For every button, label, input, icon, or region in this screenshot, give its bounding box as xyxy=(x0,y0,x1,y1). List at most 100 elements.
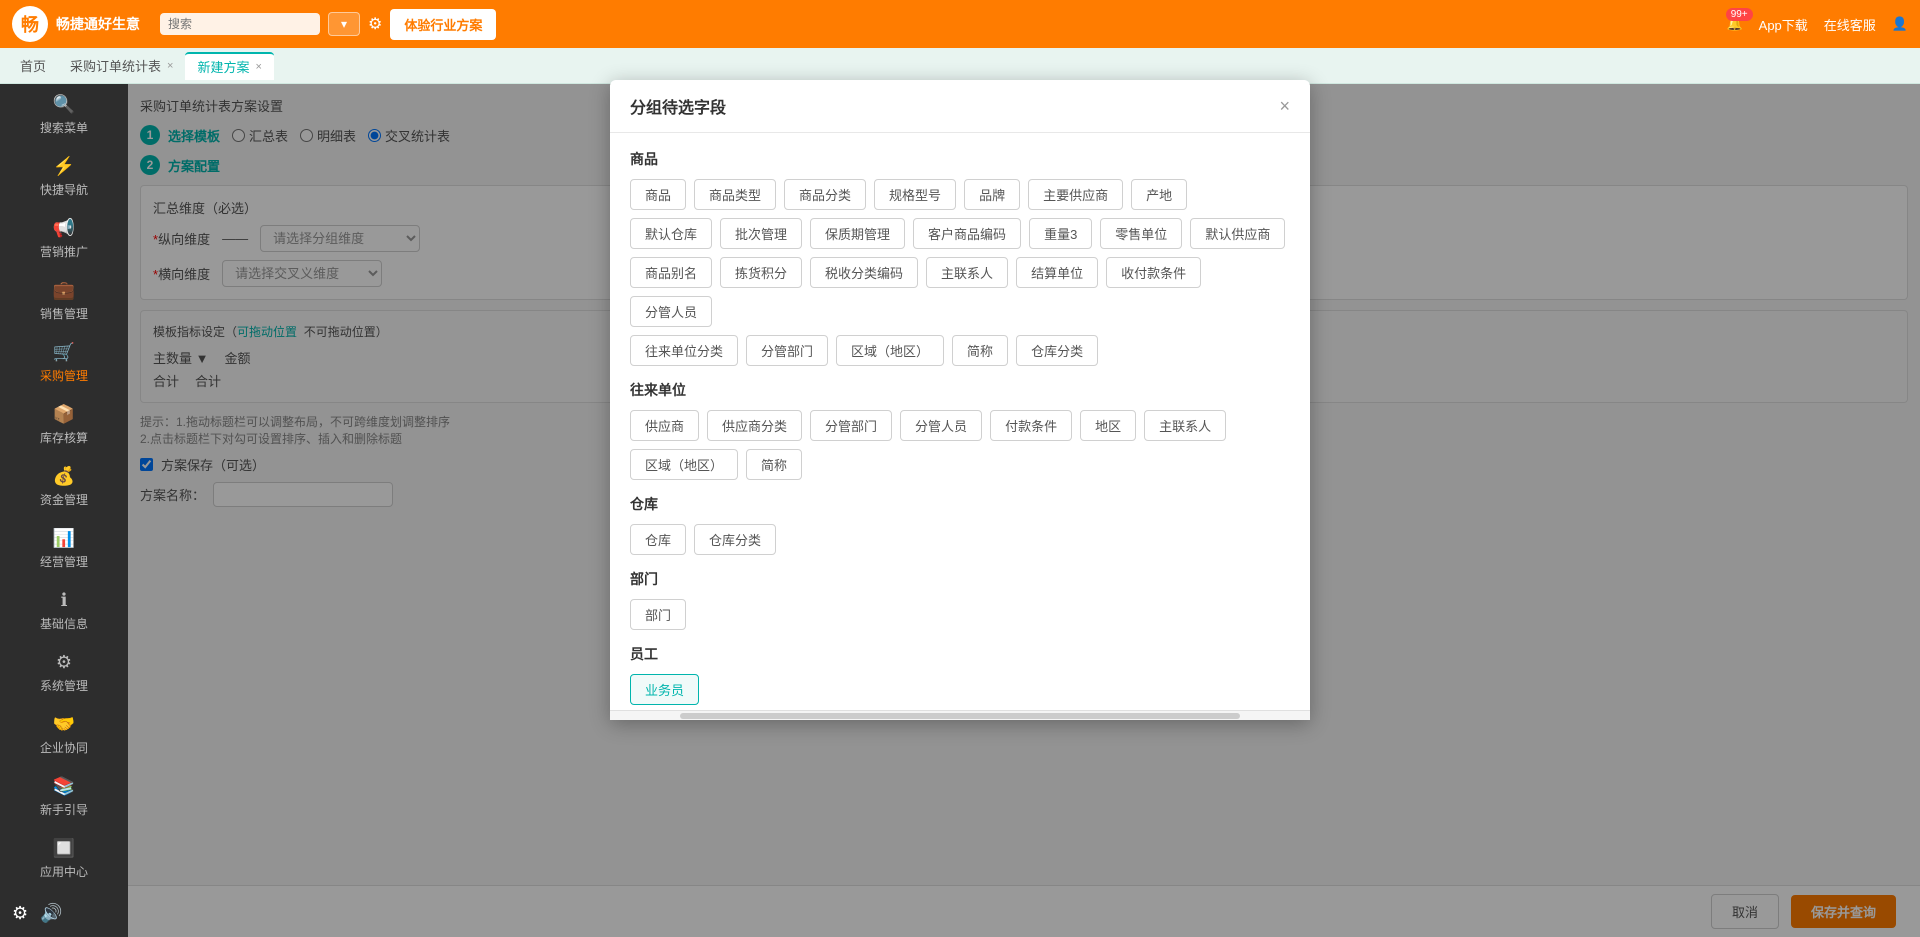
group-title-employee: 员工 xyxy=(630,644,1290,664)
collab-icon: 🤝 xyxy=(53,714,75,735)
field-tag[interactable]: 商品 xyxy=(630,179,686,210)
field-tag[interactable]: 保质期管理 xyxy=(810,218,905,249)
modal-body: 商品 商品 商品类型 商品分类 规格型号 品牌 主要供应商 产地 默认仓库 批次… xyxy=(610,133,1310,710)
field-tag[interactable]: 分管人员 xyxy=(900,410,982,441)
field-tag[interactable]: 批次管理 xyxy=(720,218,802,249)
field-tag[interactable]: 供应商 xyxy=(630,410,699,441)
sidebar-item-sales-label: 销售管理 xyxy=(40,305,88,322)
field-tag[interactable]: 收付款条件 xyxy=(1106,257,1201,288)
group-title-department: 部门 xyxy=(630,569,1290,589)
field-tag[interactable]: 供应商分类 xyxy=(707,410,802,441)
product-field-tags: 商品 商品类型 商品分类 规格型号 品牌 主要供应商 产地 xyxy=(630,179,1290,210)
header-right: 🔔 99+ App下载 在线客服 👤 xyxy=(1726,15,1908,34)
tab-new-plan-close[interactable]: × xyxy=(255,61,261,73)
user-avatar[interactable]: 👤 xyxy=(1892,16,1908,32)
gear-icon[interactable]: ⚙ xyxy=(368,14,382,34)
trial-button[interactable]: 体验行业方案 xyxy=(390,9,496,40)
sidebar-item-purchase-label: 采购管理 xyxy=(40,367,88,384)
field-tag[interactable]: 分管人员 xyxy=(630,296,712,327)
field-tag[interactable]: 默认供应商 xyxy=(1190,218,1285,249)
sidebar-item-quicknav[interactable]: ⚡ 快捷导航 xyxy=(0,146,128,208)
modal-close-button[interactable]: × xyxy=(1279,97,1290,115)
sidebar-item-quicknav-label: 快捷导航 xyxy=(40,181,88,198)
notification-badge: 99+ xyxy=(1726,8,1753,21)
sidebar-item-guide[interactable]: 📚 新手引导 xyxy=(0,766,128,828)
field-tag[interactable]: 拣货积分 xyxy=(720,257,802,288)
field-tag[interactable]: 仓库分类 xyxy=(694,524,776,555)
field-tag[interactable]: 主联系人 xyxy=(1144,410,1226,441)
field-tag[interactable]: 往来单位分类 xyxy=(630,335,738,366)
sidebar-item-system[interactable]: ⚙ 系统管理 xyxy=(0,642,128,704)
field-tag[interactable]: 简称 xyxy=(952,335,1008,366)
modal-scrollbar-h xyxy=(610,710,1310,720)
sidebar-item-collab[interactable]: 🤝 企业协同 xyxy=(0,704,128,766)
sidebar-item-purchase[interactable]: 🛒 采购管理 xyxy=(0,332,128,394)
modal-title: 分组待选字段 xyxy=(630,94,726,118)
field-tag[interactable]: 商品类型 xyxy=(694,179,776,210)
sidebar-item-basics-label: 基础信息 xyxy=(40,615,88,632)
sidebar-item-inventory-label: 库存核算 xyxy=(40,429,88,446)
tab-new-plan[interactable]: 新建方案 × xyxy=(185,52,273,80)
sidebar-item-system-label: 系统管理 xyxy=(40,677,88,694)
tab-home[interactable]: 首页 xyxy=(8,52,58,80)
tab-bar: 首页 采购订单统计表 × 新建方案 × xyxy=(0,48,1920,84)
settings-bottom-icon[interactable]: ⚙ xyxy=(12,903,28,924)
system-icon: ⚙ xyxy=(56,652,72,673)
sidebar-item-sales[interactable]: 💼 销售管理 xyxy=(0,270,128,332)
field-tag[interactable]: 结算单位 xyxy=(1016,257,1098,288)
logo-area: 畅 畅捷通好生意 xyxy=(12,6,140,42)
sidebar-item-basics[interactable]: ℹ 基础信息 xyxy=(0,580,128,642)
field-tag[interactable]: 分管部门 xyxy=(746,335,828,366)
partner-field-tags: 供应商 供应商分类 分管部门 分管人员 付款条件 地区 主联系人 xyxy=(630,410,1290,441)
field-tag[interactable]: 分管部门 xyxy=(810,410,892,441)
field-tag[interactable]: 品牌 xyxy=(964,179,1020,210)
field-tag[interactable]: 付款条件 xyxy=(990,410,1072,441)
field-tag[interactable]: 默认仓库 xyxy=(630,218,712,249)
tab-new-plan-label: 新建方案 xyxy=(197,57,249,76)
notification-bell[interactable]: 🔔 99+ xyxy=(1726,16,1742,32)
tab-purchase-stats[interactable]: 采购订单统计表 × xyxy=(58,52,185,80)
logo-text: 畅捷通好生意 xyxy=(56,14,140,34)
field-tag[interactable]: 商品别名 xyxy=(630,257,712,288)
header-center: ▾ ⚙ 体验行业方案 xyxy=(160,9,1706,40)
product-field-tags3: 商品别名 拣货积分 税收分类编码 主联系人 结算单位 收付款条件 分管人员 xyxy=(630,257,1290,327)
volume-icon[interactable]: 🔊 xyxy=(40,903,62,924)
sidebar-item-search[interactable]: 🔍 搜索菜单 xyxy=(0,84,128,146)
online-service[interactable]: 在线客服 xyxy=(1824,15,1876,34)
sidebar-item-search-label: 搜索菜单 xyxy=(40,119,88,136)
field-tag[interactable]: 税收分类编码 xyxy=(810,257,918,288)
appstore-icon: 🔲 xyxy=(53,838,75,859)
sidebar-item-operations[interactable]: 📊 经营管理 xyxy=(0,518,128,580)
employee-field-tags: 业务员 xyxy=(630,674,1290,705)
tab-home-label: 首页 xyxy=(20,56,46,75)
field-tag[interactable]: 地区 xyxy=(1080,410,1136,441)
field-tag[interactable]: 重量3 xyxy=(1029,218,1092,249)
sidebar-item-operations-label: 经营管理 xyxy=(40,553,88,570)
operations-icon: 📊 xyxy=(53,528,75,549)
field-tag[interactable]: 产地 xyxy=(1131,179,1187,210)
field-tag[interactable]: 主联系人 xyxy=(926,257,1008,288)
sidebar-item-inventory[interactable]: 📦 库存核算 xyxy=(0,394,128,456)
header-dropdown[interactable]: ▾ xyxy=(328,12,360,36)
app-download[interactable]: App下载 xyxy=(1759,15,1808,34)
sidebar-bottom-bar: ⚙ 🔊 xyxy=(0,889,128,937)
field-tag[interactable]: 规格型号 xyxy=(874,179,956,210)
basics-icon: ℹ xyxy=(61,590,68,611)
field-tag[interactable]: 仓库 xyxy=(630,524,686,555)
field-tag-selected[interactable]: 业务员 xyxy=(630,674,699,705)
field-tag[interactable]: 零售单位 xyxy=(1100,218,1182,249)
field-tag[interactable]: 简称 xyxy=(746,449,802,480)
sidebar-item-finance[interactable]: 💰 资金管理 xyxy=(0,456,128,518)
field-tag[interactable]: 部门 xyxy=(630,599,686,630)
field-tag[interactable]: 区域（地区） xyxy=(836,335,944,366)
sidebar-item-marketing[interactable]: 📢 营销推广 xyxy=(0,208,128,270)
tab-purchase-stats-close[interactable]: × xyxy=(167,60,173,72)
field-tag[interactable]: 仓库分类 xyxy=(1016,335,1098,366)
search-input[interactable] xyxy=(160,13,320,35)
field-tag[interactable]: 区域（地区） xyxy=(630,449,738,480)
sidebar-item-appstore[interactable]: 🔲 应用中心 xyxy=(0,828,128,890)
field-tag[interactable]: 客户商品编码 xyxy=(913,218,1021,249)
field-tag[interactable]: 商品分类 xyxy=(784,179,866,210)
partner-field-tags2: 区域（地区） 简称 xyxy=(630,449,1290,480)
field-tag[interactable]: 主要供应商 xyxy=(1028,179,1123,210)
